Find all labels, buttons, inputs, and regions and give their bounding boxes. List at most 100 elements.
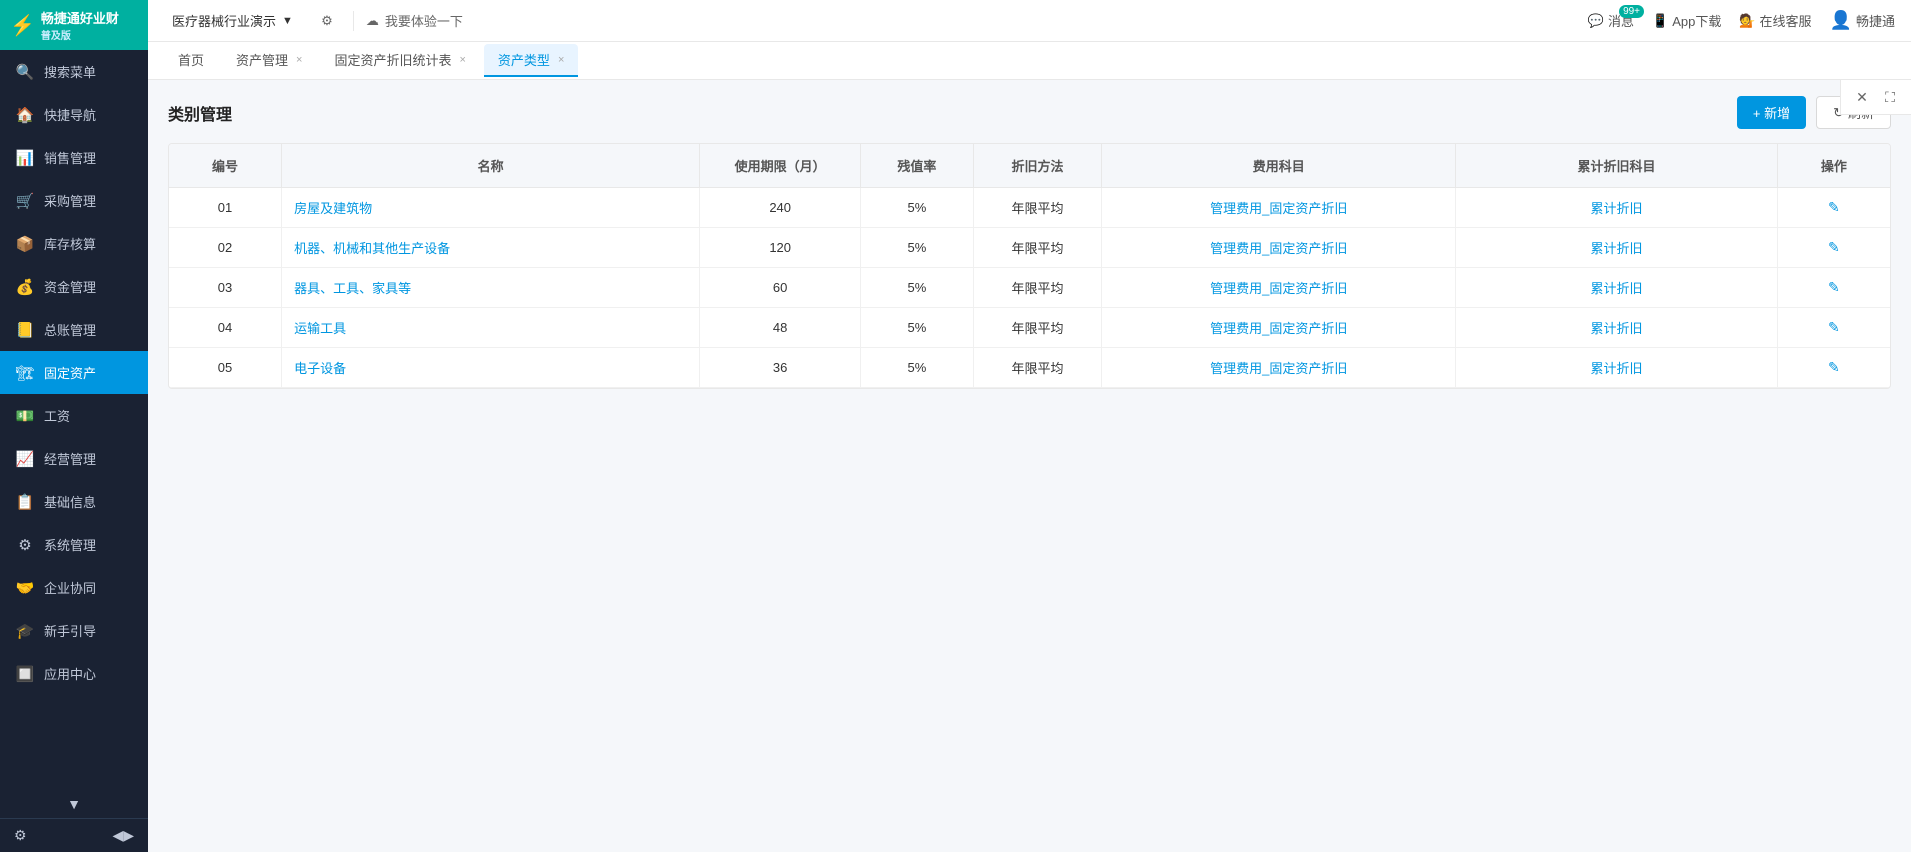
col-action: 操作: [1777, 144, 1890, 188]
name-link[interactable]: 器具、工具、家具等: [294, 281, 411, 296]
cell-acc-subject: 累计折旧: [1456, 188, 1778, 228]
name-link[interactable]: 房屋及建筑物: [294, 201, 372, 216]
acc-subject-link[interactable]: 累计折旧: [1591, 201, 1643, 216]
edit-button[interactable]: ✎: [1828, 239, 1840, 255]
sidebar-item-sales[interactable]: 📊 销售管理: [0, 136, 148, 179]
tab-home-label: 首页: [178, 50, 204, 69]
cell-period: 48: [700, 308, 861, 348]
ledger-icon: 📒: [16, 321, 34, 339]
sidebar-item-corp-collab[interactable]: 🤝 企业协同: [0, 566, 148, 609]
cell-method: 年限平均: [973, 308, 1102, 348]
header-settings-button[interactable]: ⚙: [313, 7, 341, 35]
sidebar-item-sys-mgmt[interactable]: ⚙ 系统管理: [0, 523, 148, 566]
sidebar-label-app-center: 应用中心: [44, 664, 96, 683]
window-close-button[interactable]: ✕: [1849, 84, 1875, 110]
sidebar-item-search[interactable]: 🔍 搜索菜单: [0, 50, 148, 93]
sidebar-label-corp-collab: 企业协同: [44, 578, 96, 597]
col-id: 编号: [169, 144, 282, 188]
cell-expense-subject: 管理费用_固定资产折旧: [1102, 188, 1456, 228]
sidebar-item-fixed-assets[interactable]: 🏗 固定资产: [0, 351, 148, 394]
experience-label: 我要体验一下: [385, 11, 463, 30]
name-link[interactable]: 机器、机械和其他生产设备: [294, 241, 450, 256]
sidebar-item-basic-info[interactable]: 📋 基础信息: [0, 480, 148, 523]
col-acc-subject: 累计折旧科目: [1456, 144, 1778, 188]
tab-fixed-asset-table-close[interactable]: ×: [459, 54, 465, 66]
expense-subject-link[interactable]: 管理费用_固定资产折旧: [1210, 361, 1347, 376]
app-download-button[interactable]: 📱 App下载: [1652, 11, 1721, 30]
sidebar-label-biz-mgmt: 经营管理: [44, 449, 96, 468]
tab-home[interactable]: 首页: [164, 44, 218, 77]
sidebar-label-guide: 新手引导: [44, 621, 96, 640]
sidebar-scroll: 🔍 搜索菜单 🏠 快捷导航 📊 销售管理 🛒 采购管理 📦 库存核算 💰 资金管…: [0, 50, 148, 790]
cell-expense-subject: 管理费用_固定资产折旧: [1102, 308, 1456, 348]
sidebar-item-app-center[interactable]: 🔲 应用中心: [0, 652, 148, 695]
expense-subject-link[interactable]: 管理费用_固定资产折旧: [1210, 281, 1347, 296]
edit-button[interactable]: ✎: [1828, 279, 1840, 295]
logo-title: 畅捷通好业财: [41, 11, 119, 26]
edit-button[interactable]: ✎: [1828, 199, 1840, 215]
download-icon: 📱: [1652, 13, 1668, 29]
cell-acc-subject: 累计折旧: [1456, 268, 1778, 308]
cell-method: 年限平均: [973, 228, 1102, 268]
cell-action: ✎: [1777, 188, 1890, 228]
new-button[interactable]: + 新增: [1737, 96, 1806, 129]
acc-subject-link[interactable]: 累计折旧: [1591, 321, 1643, 336]
cell-method: 年限平均: [973, 348, 1102, 388]
service-icon: 💁: [1739, 13, 1755, 29]
cell-id: 05: [169, 348, 282, 388]
message-badge: 99+: [1619, 5, 1644, 18]
settings-icon[interactable]: ⚙: [14, 827, 27, 844]
name-link[interactable]: 电子设备: [294, 361, 346, 376]
expense-subject-link[interactable]: 管理费用_固定资产折旧: [1210, 321, 1347, 336]
tab-asset-mgmt[interactable]: 资产管理 ×: [222, 44, 316, 77]
cell-acc-subject: 累计折旧: [1456, 308, 1778, 348]
sidebar-scroll-down-button[interactable]: ▼: [0, 790, 148, 818]
guide-icon: 🎓: [16, 622, 34, 640]
sidebar-footer: ⚙ ◀▶: [0, 818, 148, 852]
window-maximize-button[interactable]: ⛶: [1877, 84, 1903, 110]
sidebar-item-quick-nav[interactable]: 🏠 快捷导航: [0, 93, 148, 136]
expense-subject-link[interactable]: 管理费用_固定资产折旧: [1210, 241, 1347, 256]
experience-button[interactable]: ☁ 我要体验一下: [366, 11, 463, 30]
cell-name: 机器、机械和其他生产设备: [282, 228, 700, 268]
capital-icon: 💰: [16, 278, 34, 296]
sidebar-label-purchase: 采购管理: [44, 191, 96, 210]
tab-asset-type[interactable]: 资产类型 ×: [484, 44, 578, 77]
collapse-icon[interactable]: ◀▶: [112, 827, 134, 844]
edit-button[interactable]: ✎: [1828, 359, 1840, 375]
acc-subject-link[interactable]: 累计折旧: [1591, 281, 1643, 296]
name-link[interactable]: 运输工具: [294, 321, 346, 336]
sidebar-item-biz-mgmt[interactable]: 📈 经营管理: [0, 437, 148, 480]
user-menu[interactable]: 👤 畅捷通: [1830, 10, 1895, 31]
online-service-button[interactable]: 💁 在线客服: [1739, 11, 1811, 30]
app-selector[interactable]: 医疗器械行业演示 ▼: [164, 7, 301, 34]
sidebar-item-capital[interactable]: 💰 资金管理: [0, 265, 148, 308]
cell-id: 03: [169, 268, 282, 308]
cell-residual: 5%: [861, 228, 974, 268]
edit-button[interactable]: ✎: [1828, 319, 1840, 335]
expense-subject-link[interactable]: 管理费用_固定资产折旧: [1210, 201, 1347, 216]
tab-bar: 首页 资产管理 × 固定资产折旧统计表 × 资产类型 ×: [148, 42, 1911, 80]
sidebar-label-search: 搜索菜单: [44, 62, 96, 81]
sidebar-label-basic-info: 基础信息: [44, 492, 96, 511]
acc-subject-link[interactable]: 累计折旧: [1591, 241, 1643, 256]
cell-expense-subject: 管理费用_固定资产折旧: [1102, 268, 1456, 308]
cell-period: 240: [700, 188, 861, 228]
tab-asset-mgmt-close[interactable]: ×: [296, 54, 302, 66]
chevron-down-icon: ▼: [282, 15, 293, 27]
tab-fixed-asset-table[interactable]: 固定资产折旧统计表 ×: [320, 44, 479, 77]
sidebar-item-purchase[interactable]: 🛒 采购管理: [0, 179, 148, 222]
acc-subject-link[interactable]: 累计折旧: [1591, 361, 1643, 376]
sidebar-item-inventory[interactable]: 📦 库存核算: [0, 222, 148, 265]
col-name: 名称: [282, 144, 700, 188]
tab-asset-type-close[interactable]: ×: [558, 54, 564, 66]
sidebar-item-payroll[interactable]: 💵 工资: [0, 394, 148, 437]
sidebar-label-quick-nav: 快捷导航: [44, 105, 96, 124]
page-title: 类别管理: [168, 101, 232, 125]
message-button[interactable]: 💬 消息 99+: [1588, 11, 1634, 30]
biz-mgmt-icon: 📈: [16, 450, 34, 468]
cell-action: ✎: [1777, 308, 1890, 348]
sidebar-item-ledger[interactable]: 📒 总账管理: [0, 308, 148, 351]
sidebar-item-guide[interactable]: 🎓 新手引导: [0, 609, 148, 652]
cell-period: 60: [700, 268, 861, 308]
